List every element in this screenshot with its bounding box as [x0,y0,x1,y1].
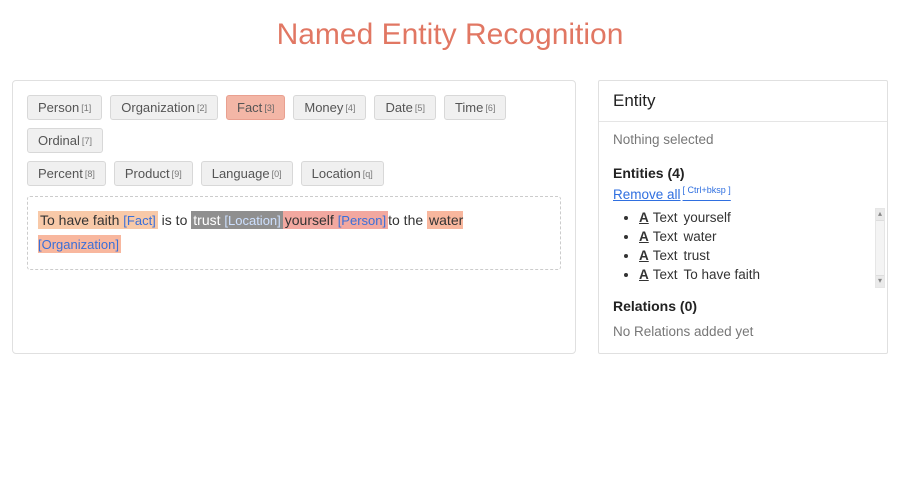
tag-language[interactable]: Language[0] [201,161,293,186]
tag-fact[interactable]: Fact[3] [226,95,285,120]
tag-time[interactable]: Time[6] [444,95,506,120]
scroll-up-icon[interactable]: ▴ [876,209,884,221]
tag-organization[interactable]: Organization[2] [110,95,218,120]
tag-date[interactable]: Date[5] [374,95,436,120]
scrollbar[interactable]: ▴ ▾ [875,208,885,288]
sidebar-header: Entity [599,81,887,122]
annotation-text[interactable]: To have faith [Fact] is to trust [Locati… [27,196,561,270]
scroll-down-icon[interactable]: ▾ [876,275,884,287]
tag-percent[interactable]: Percent[8] [27,161,106,186]
entity-sidebar: Entity Nothing selected Entities (4) Rem… [598,80,888,354]
remove-all-shortcut: [ Ctrl+bksp ] [683,185,731,195]
selection-status: Nothing selected [599,122,887,157]
tag-money[interactable]: Money[4] [293,95,366,120]
tag-ordinal[interactable]: Ordinal[7] [27,128,103,153]
page-title: Named Entity Recognition [0,0,900,80]
relations-empty: No Relations added yet [599,318,887,353]
list-item[interactable]: ATextyourself [639,208,873,227]
tag-row-1: Person[1] Organization[2] Fact[3] Money[… [27,95,561,153]
plain-text[interactable]: to the [388,212,427,228]
entities-header: Entities (4) [599,157,887,185]
annotation-panel: Person[1] Organization[2] Fact[3] Money[… [12,80,576,354]
tag-location[interactable]: Location[q] [301,161,384,186]
text-icon: A [639,210,649,225]
tag-row-2: Percent[8] Product[9] Language[0] Locati… [27,161,561,186]
entities-list: ATextyourself ATextwater ATexttrust ATex… [613,208,873,284]
remove-all-link[interactable]: Remove all[ Ctrl+bksp ] [613,187,731,202]
annotation-fact[interactable]: To have faith [Fact] [38,211,158,229]
text-icon: A [639,267,649,282]
list-item[interactable]: ATexttrust [639,246,873,265]
text-icon: A [639,229,649,244]
text-icon: A [639,248,649,263]
relations-header: Relations (0) [599,290,887,318]
annotation-location[interactable]: trust [Location] [191,211,283,229]
tag-product[interactable]: Product[9] [114,161,193,186]
annotation-person[interactable]: yourself [Person] [283,211,388,229]
list-item[interactable]: ATextTo have faith [639,265,873,284]
tag-person[interactable]: Person[1] [27,95,102,120]
plain-text[interactable]: is to [158,212,191,228]
list-item[interactable]: ATextwater [639,227,873,246]
